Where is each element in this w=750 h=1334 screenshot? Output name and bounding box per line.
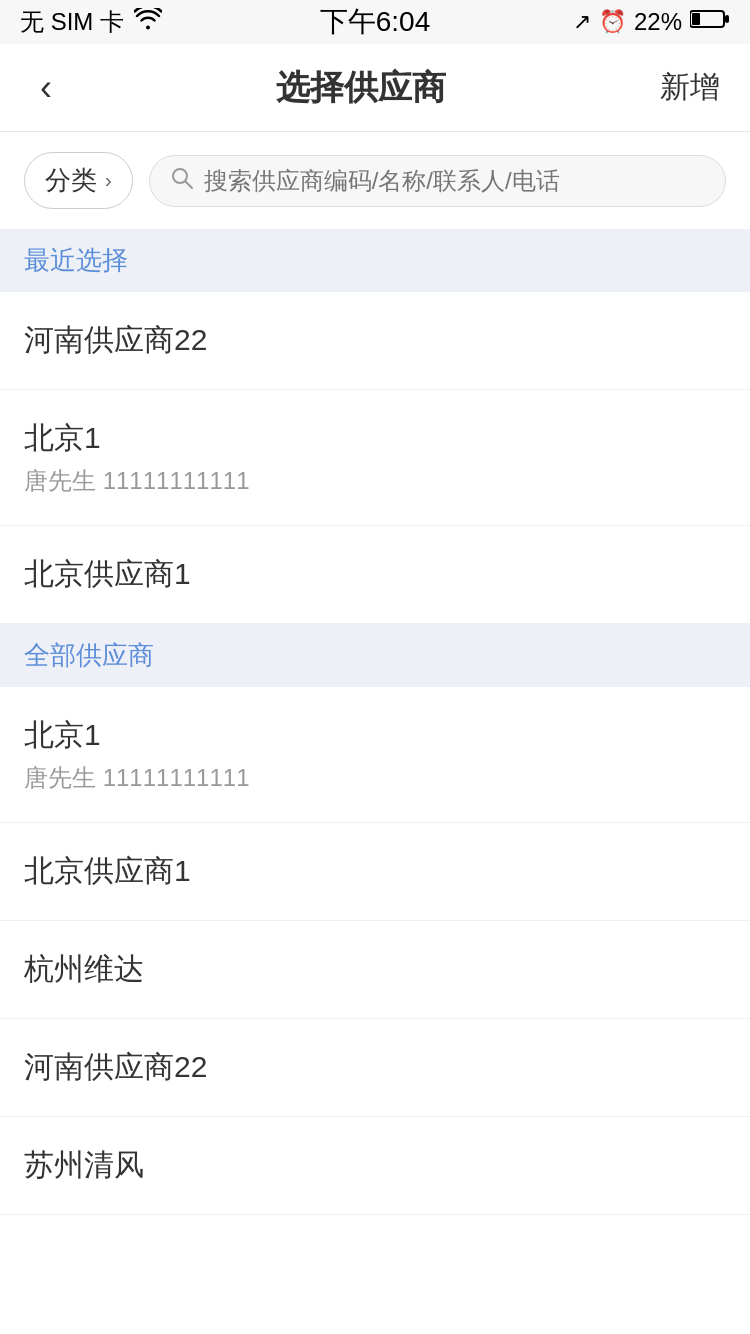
filter-bar: 分类 › — [0, 132, 750, 229]
recent-items-list: 河南供应商22 北京1 唐先生 11111111111 北京供应商1 — [0, 292, 750, 624]
status-bar: 无 SIM 卡 下午6:04 ↗ ⏰ 22% — [0, 0, 750, 44]
add-button[interactable]: 新增 — [660, 67, 720, 108]
status-left: 无 SIM 卡 — [20, 6, 162, 38]
item-sub: 唐先生 11111111111 — [24, 465, 726, 497]
all-section-label: 全部供应商 — [24, 640, 154, 670]
search-input[interactable] — [204, 167, 705, 195]
item-sub: 唐先生 11111111111 — [24, 762, 726, 794]
page-title: 选择供应商 — [276, 65, 446, 111]
item-name: 北京供应商1 — [24, 554, 726, 595]
all-list-item[interactable]: 杭州维达 — [0, 921, 750, 1019]
all-list-item[interactable]: 苏州清风 — [0, 1117, 750, 1215]
status-time: 下午6:04 — [320, 3, 431, 41]
all-list-item[interactable]: 北京1 唐先生 11111111111 — [0, 687, 750, 823]
alarm-icon: ⏰ — [599, 9, 626, 35]
all-section-header: 全部供应商 — [0, 624, 750, 687]
recent-list-item[interactable]: 北京1 唐先生 11111111111 — [0, 390, 750, 526]
search-box[interactable] — [149, 155, 726, 207]
svg-rect-1 — [725, 15, 729, 23]
battery-label: 22% — [634, 8, 682, 36]
search-icon — [170, 166, 194, 196]
category-button[interactable]: 分类 › — [24, 152, 133, 209]
carrier-label: 无 SIM 卡 — [20, 6, 124, 38]
item-name: 河南供应商22 — [24, 1047, 726, 1088]
item-name: 河南供应商22 — [24, 320, 726, 361]
recent-section-label: 最近选择 — [24, 245, 128, 275]
wifi-icon — [134, 8, 162, 36]
category-label: 分类 — [45, 163, 97, 198]
all-list-item[interactable]: 北京供应商1 — [0, 823, 750, 921]
svg-line-4 — [185, 181, 192, 188]
status-right: ↗ ⏰ 22% — [573, 8, 730, 36]
location-icon: ↗ — [573, 9, 591, 35]
recent-list-item[interactable]: 北京供应商1 — [0, 526, 750, 624]
all-list-item[interactable]: 河南供应商22 — [0, 1019, 750, 1117]
nav-bar: ‹ 选择供应商 新增 — [0, 44, 750, 132]
recent-section-header: 最近选择 — [0, 229, 750, 292]
item-name: 苏州清风 — [24, 1145, 726, 1186]
battery-icon — [690, 8, 730, 36]
back-button[interactable]: ‹ — [30, 57, 62, 119]
item-name: 北京1 — [24, 418, 726, 459]
item-name: 北京1 — [24, 715, 726, 756]
recent-list-item[interactable]: 河南供应商22 — [0, 292, 750, 390]
all-items-list: 北京1 唐先生 11111111111 北京供应商1 杭州维达河南供应商22 苏州清风 — [0, 687, 750, 1215]
item-name: 杭州维达 — [24, 949, 726, 990]
chevron-right-icon: › — [105, 169, 112, 192]
svg-rect-2 — [692, 13, 700, 25]
item-name: 北京供应商1 — [24, 851, 726, 892]
